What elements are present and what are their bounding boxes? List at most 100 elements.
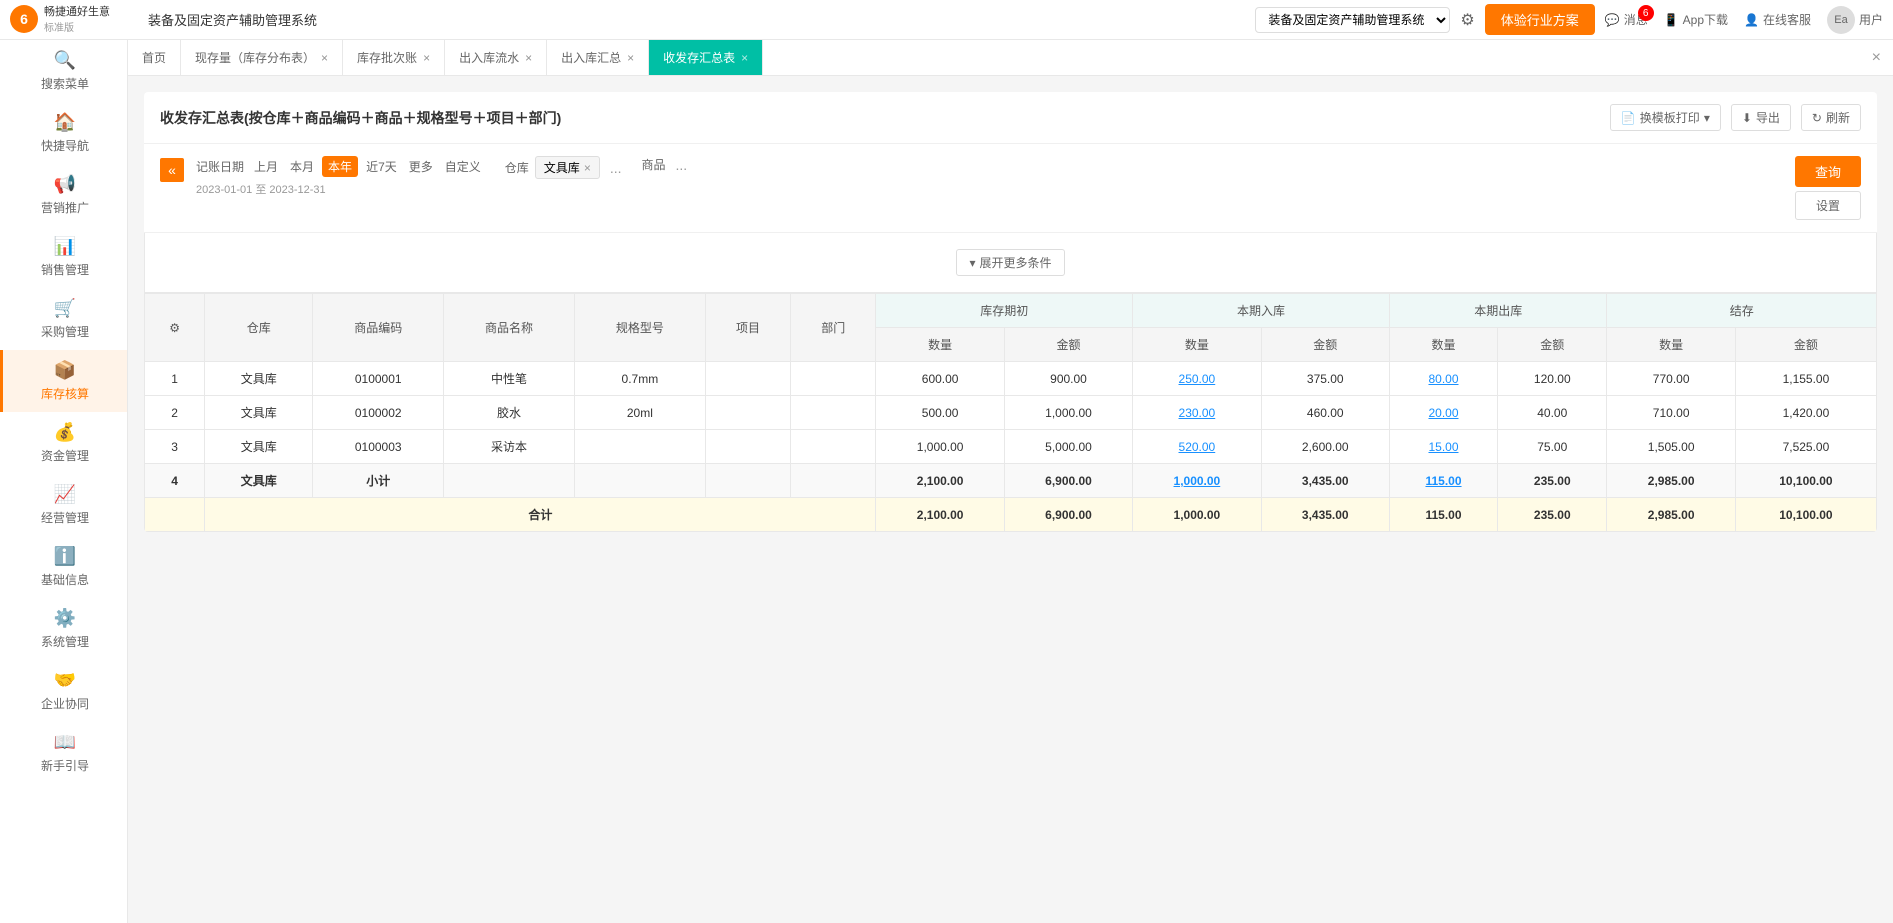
sidebar-item-finance[interactable]: 💰 资金管理	[0, 412, 127, 474]
tab-bar-close-button[interactable]: ×	[1860, 49, 1893, 67]
filter-settings-button[interactable]: 设置	[1795, 191, 1861, 220]
tab-home[interactable]: 首页	[128, 40, 181, 76]
row1-name: 中性笔	[444, 362, 575, 396]
row1-warehouse: 文具库	[205, 362, 313, 396]
total-in-amt: 3,435.00	[1261, 498, 1389, 532]
table-row: 2 文具库 0100002 胶水 20ml 500.00 1,000.00 23…	[145, 396, 1877, 430]
total-closing-amt: 10,100.00	[1735, 498, 1876, 532]
tab-close-batch[interactable]: ×	[423, 51, 430, 65]
col-opening-qty-header: 数量	[876, 328, 1004, 362]
row2-in-qty[interactable]: 230.00	[1133, 396, 1261, 430]
tab-bar: 首页 现存量（库存分布表） × 库存批次账 × 出入库流水 × 出入库汇总 × …	[128, 40, 1893, 76]
app-download-label: App下载	[1683, 11, 1728, 28]
operations-icon: 📈	[54, 484, 76, 505]
sidebar-item-guide[interactable]: 📖 新手引导	[0, 722, 127, 784]
tab-batch[interactable]: 库存批次账 ×	[343, 40, 445, 76]
row3-in-qty[interactable]: 520.00	[1133, 430, 1261, 464]
total-out-amt: 235.00	[1498, 498, 1607, 532]
tab-close-inout-summary[interactable]: ×	[627, 51, 634, 65]
shortcut-this-year[interactable]: 本年	[322, 156, 358, 177]
logo-sub: 标准版	[44, 19, 110, 34]
tab-inout-summary[interactable]: 出入库汇总 ×	[547, 40, 649, 76]
warehouse-tag[interactable]: 文具库 ×	[535, 156, 600, 179]
home-icon: 🏠	[54, 112, 76, 133]
warehouse-filter-row: 仓库 文具库 × ...	[505, 156, 622, 179]
tab-stock-summary[interactable]: 收发存汇总表 ×	[649, 40, 763, 76]
shortcut-more[interactable]: 更多	[405, 156, 437, 177]
trial-button[interactable]: 体验行业方案	[1485, 4, 1595, 35]
subtotal-closing-amt: 10,100.00	[1735, 464, 1876, 498]
subtotal-no: 4	[145, 464, 205, 498]
col-settings-header[interactable]: ⚙	[145, 294, 205, 362]
export-icon: ⬇	[1742, 111, 1752, 125]
row3-name: 采访本	[444, 430, 575, 464]
page-actions: 📄 换模板打印 ▾ ⬇ 导出 ↻ 刷新	[1610, 104, 1861, 131]
row2-out-qty[interactable]: 20.00	[1389, 396, 1497, 430]
top-bar: 6 畅捷通好生意 标准版 装备及固定资产辅助管理系统 装备及固定资产辅助管理系统…	[0, 0, 1893, 40]
finance-icon: 💰	[54, 422, 76, 443]
subtotal-col5	[574, 464, 705, 498]
sidebar-item-search[interactable]: 🔍 搜索菜单	[0, 40, 127, 102]
filter-row: 记账日期 上月 本月 本年 近7天 更多 自定义 2023	[196, 156, 1783, 197]
tab-inout-summary-label: 出入库汇总	[561, 49, 621, 66]
subtotal-out-qty[interactable]: 115.00	[1389, 464, 1497, 498]
row3-warehouse: 文具库	[205, 430, 313, 464]
query-button[interactable]: 查询	[1795, 156, 1861, 187]
tab-close-inventory-dist[interactable]: ×	[321, 51, 328, 65]
sidebar-item-basicinfo[interactable]: ℹ️ 基础信息	[0, 536, 127, 598]
subtotal-label: 小计	[313, 464, 444, 498]
row1-in-qty[interactable]: 250.00	[1133, 362, 1261, 396]
row2-out-amt: 40.00	[1498, 396, 1607, 430]
export-button[interactable]: ⬇ 导出	[1731, 104, 1791, 131]
date-filter-label: 记账日期	[196, 158, 244, 175]
online-service-item[interactable]: 👤 在线客服	[1744, 11, 1811, 28]
row1-out-qty[interactable]: 80.00	[1389, 362, 1497, 396]
total-col0	[145, 498, 205, 532]
message-icon: 💬	[1605, 13, 1620, 27]
sidebar-item-inventory[interactable]: 📦 库存核算	[0, 350, 127, 412]
product-dots[interactable]: ...	[676, 157, 688, 173]
app-download-item[interactable]: 📱 App下载	[1664, 11, 1728, 28]
tab-close-inout-flow[interactable]: ×	[525, 51, 532, 65]
user-item[interactable]: Ea 用户	[1827, 6, 1883, 34]
shortcut-this-month[interactable]: 本月	[286, 156, 318, 177]
row1-opening-amt: 900.00	[1004, 362, 1132, 396]
product-filter-row: 商品 ...	[642, 156, 688, 173]
total-out-qty: 115.00	[1389, 498, 1497, 532]
expand-conditions-button[interactable]: ▾ 展开更多条件	[956, 249, 1064, 276]
tab-close-stock-summary[interactable]: ×	[741, 51, 748, 65]
refresh-button[interactable]: ↻ 刷新	[1801, 104, 1861, 131]
inventory-icon: 📦	[54, 360, 76, 381]
sidebar-item-quicknav[interactable]: 🏠 快捷导航	[0, 102, 127, 164]
sidebar-item-marketing[interactable]: 📢 营销推广	[0, 164, 127, 226]
sidebar-item-purchase[interactable]: 🛒 采购管理	[0, 288, 127, 350]
warehouse-dots[interactable]: ...	[610, 160, 622, 176]
row1-project	[705, 362, 790, 396]
subtotal-in-qty[interactable]: 1,000.00	[1133, 464, 1261, 498]
col-dept-header: 部门	[791, 294, 876, 362]
marketing-icon: 📢	[54, 174, 76, 195]
messages-item[interactable]: 💬 消息 6	[1605, 11, 1648, 28]
warehouse-tag-close[interactable]: ×	[584, 161, 591, 175]
row3-dept	[791, 430, 876, 464]
shortcut-last-month[interactable]: 上月	[250, 156, 282, 177]
col-in-qty-header: 数量	[1133, 328, 1261, 362]
row3-out-qty[interactable]: 15.00	[1389, 430, 1497, 464]
filter-toggle-button[interactable]: «	[160, 158, 184, 182]
sidebar-item-system[interactable]: ⚙️ 系统管理	[0, 598, 127, 660]
template-print-button[interactable]: 📄 换模板打印 ▾	[1610, 104, 1721, 131]
col-out-amt-header: 金额	[1498, 328, 1607, 362]
tab-inventory-dist[interactable]: 现存量（库存分布表） ×	[181, 40, 343, 76]
shortcut-custom[interactable]: 自定义	[441, 156, 485, 177]
sidebar-label-marketing: 营销推广	[41, 199, 89, 216]
settings-gear-icon[interactable]: ⚙	[1460, 10, 1474, 30]
sidebar-item-collab[interactable]: 🤝 企业协同	[0, 660, 127, 722]
system-selector[interactable]: 装备及固定资产辅助管理系统	[1255, 7, 1450, 33]
shortcut-7days[interactable]: 近7天	[362, 156, 401, 177]
tab-inout-flow[interactable]: 出入库流水 ×	[445, 40, 547, 76]
col-settings-icon: ⚙	[169, 321, 180, 335]
sidebar-item-sales[interactable]: 📊 销售管理	[0, 226, 127, 288]
subtotal-warehouse: 文具库	[205, 464, 313, 498]
sidebar-item-operations[interactable]: 📈 经营管理	[0, 474, 127, 536]
tab-inout-flow-label: 出入库流水	[459, 49, 519, 66]
